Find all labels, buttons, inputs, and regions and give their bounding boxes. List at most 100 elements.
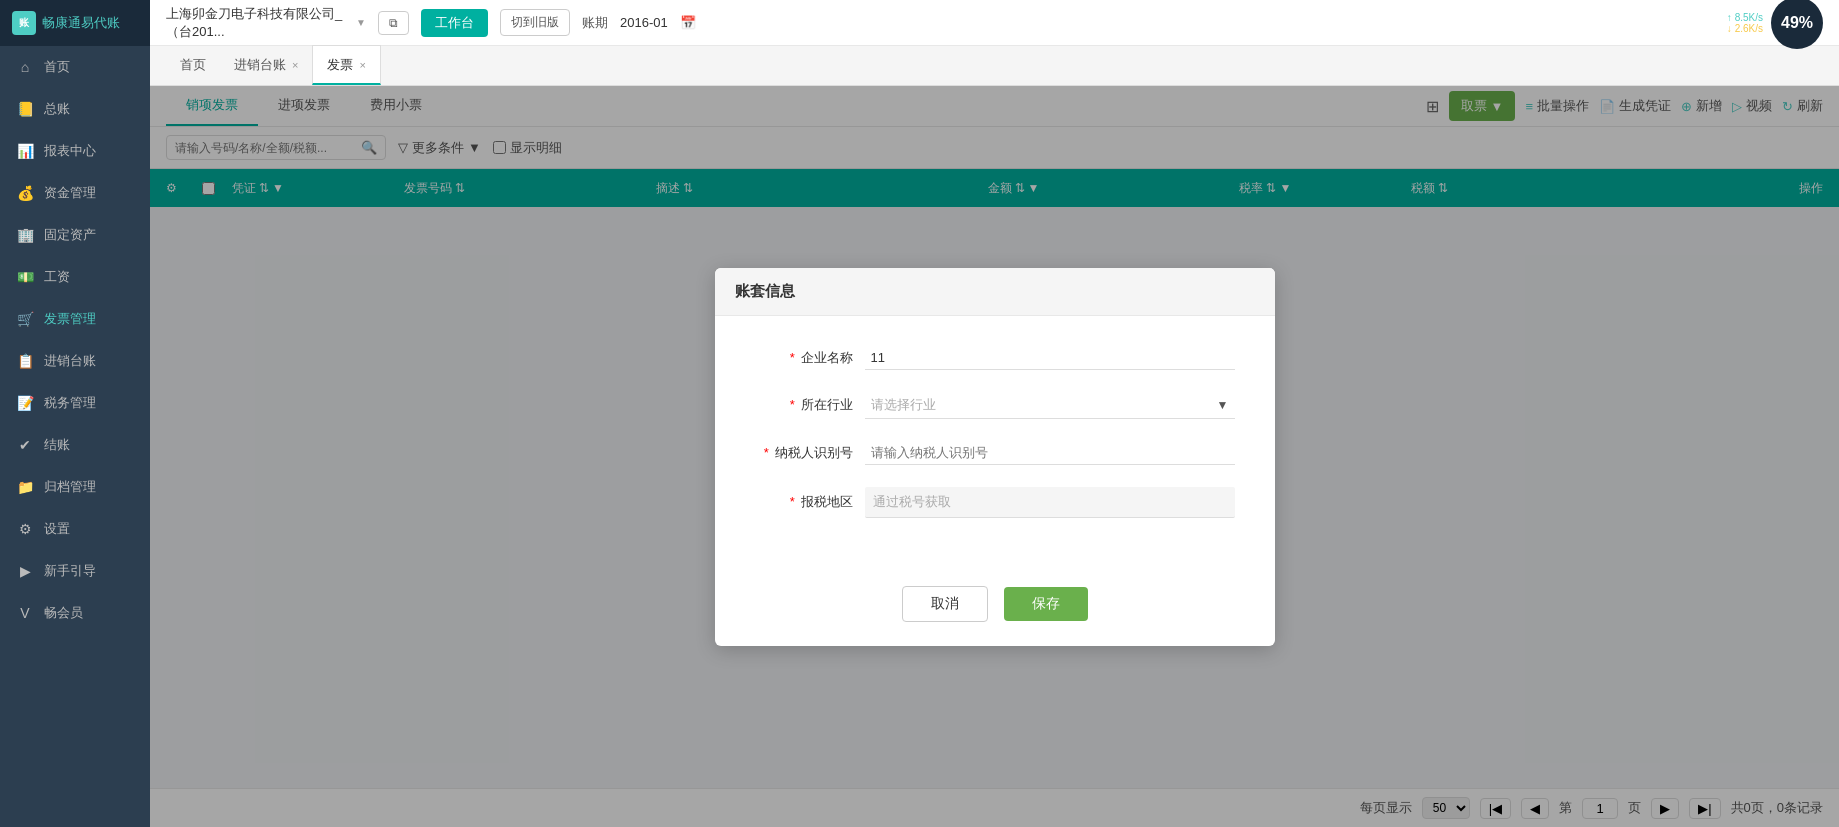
copy-button[interactable]: ⧉ xyxy=(378,11,409,35)
archive-icon: 📁 xyxy=(16,478,34,496)
sidebar-item-home[interactable]: ⌂ 首页 xyxy=(0,46,150,88)
sidebar-label-guide: 新手引导 xyxy=(44,562,96,580)
tab-invoice[interactable]: 发票 × xyxy=(312,45,380,85)
workspace-label: 工作台 xyxy=(435,15,474,30)
sidebar-label-settle: 结账 xyxy=(44,436,70,454)
modal-dialog: 账套信息 * 企业名称 * 所在行 xyxy=(715,268,1275,646)
logo-icon: 账 xyxy=(12,11,36,35)
sidebar-item-archive[interactable]: 📁 归档管理 xyxy=(0,466,150,508)
modal-body: * 企业名称 * 所在行业 请选择行业 ▼ xyxy=(715,316,1275,570)
speed-down: ↓ 2.6K/s xyxy=(1727,23,1763,34)
tax-id-input[interactable] xyxy=(865,441,1235,465)
form-row-industry: * 所在行业 请选择行业 ▼ xyxy=(755,392,1235,419)
cancel-button[interactable]: 取消 xyxy=(902,586,988,622)
form-row-tax-id: * 纳税人识别号 xyxy=(755,441,1235,465)
calendar-icon[interactable]: 📅 xyxy=(680,15,696,30)
sidebar-item-ledger[interactable]: 📒 总账 xyxy=(0,88,150,130)
sidebar-item-settings[interactable]: ⚙ 设置 xyxy=(0,508,150,550)
tax-region-readonly: 通过税号获取 xyxy=(865,487,1235,518)
period-value: 2016-01 xyxy=(620,15,668,30)
salary-icon: 💵 xyxy=(16,268,34,286)
sidebar-label-capital: 资金管理 xyxy=(44,184,96,202)
company-chevron-icon: ▼ xyxy=(356,17,366,28)
sidebar-label-settings: 设置 xyxy=(44,520,70,538)
save-button[interactable]: 保存 xyxy=(1004,587,1088,621)
fixed-assets-icon: 🏢 xyxy=(16,226,34,244)
cancel-label: 取消 xyxy=(931,595,959,611)
sidebar-item-settle[interactable]: ✔ 结账 xyxy=(0,424,150,466)
tab-purchase-sales-label: 进销台账 xyxy=(234,56,286,74)
tax-region-label: * 报税地区 xyxy=(755,493,865,511)
sidebar-item-fixed-assets[interactable]: 🏢 固定资产 xyxy=(0,214,150,256)
ledger-icon: 📒 xyxy=(16,100,34,118)
speed-up: ↑ 8.5K/s xyxy=(1727,12,1763,23)
sidebar-label-ledger: 总账 xyxy=(44,100,70,118)
company-name: 上海卯金刀电子科技有限公司_（台201... xyxy=(166,5,352,41)
sidebar-item-purchase-sales[interactable]: 📋 进销台账 xyxy=(0,340,150,382)
sidebar-label-invoice: 发票管理 xyxy=(44,310,96,328)
industry-label: * 所在行业 xyxy=(755,396,865,414)
modal-header: 账套信息 xyxy=(715,268,1275,316)
logo-text: 畅康通易代账 xyxy=(42,14,120,32)
member-icon: V xyxy=(16,604,34,622)
modal-overlay: 账套信息 * 企业名称 * 所在行 xyxy=(150,86,1839,827)
switch-old-label: 切到旧版 xyxy=(511,15,559,29)
sidebar-item-salary[interactable]: 💵 工资 xyxy=(0,256,150,298)
sidebar-label-archive: 归档管理 xyxy=(44,478,96,496)
tax-icon: 📝 xyxy=(16,394,34,412)
home-icon: ⌂ xyxy=(16,58,34,76)
network-percent: 49% xyxy=(1781,14,1813,32)
main-area: 上海卯金刀电子科技有限公司_（台201... ▼ ⧉ 工作台 切到旧版 账期 2… xyxy=(150,0,1839,827)
tab-home[interactable]: 首页 xyxy=(166,46,220,86)
modal-footer: 取消 保存 xyxy=(715,570,1275,646)
sidebar-label-purchase-sales: 进销台账 xyxy=(44,352,96,370)
tab-purchase-sales[interactable]: 进销台账 × xyxy=(220,46,312,86)
save-label: 保存 xyxy=(1032,595,1060,611)
modal-title: 账套信息 xyxy=(735,282,795,299)
sidebar-label-salary: 工资 xyxy=(44,268,70,286)
tab-invoice-label: 发票 xyxy=(327,56,353,74)
company-name-label: * 企业名称 xyxy=(755,349,865,367)
company-selector[interactable]: 上海卯金刀电子科技有限公司_（台201... ▼ xyxy=(166,5,366,41)
topbar: 上海卯金刀电子科技有限公司_（台201... ▼ ⧉ 工作台 切到旧版 账期 2… xyxy=(150,0,1839,46)
form-row-company-name: * 企业名称 xyxy=(755,346,1235,370)
form-row-tax-region: * 报税地区 通过税号获取 xyxy=(755,487,1235,518)
industry-placeholder: 请选择行业 xyxy=(871,396,936,414)
required-star-4: * xyxy=(790,494,795,509)
network-indicator: 49% xyxy=(1771,0,1823,49)
switch-old-button[interactable]: 切到旧版 xyxy=(500,9,570,36)
network-speeds: ↑ 8.5K/s ↓ 2.6K/s xyxy=(1727,12,1763,34)
sidebar-item-member[interactable]: V 畅会员 xyxy=(0,592,150,634)
reports-icon: 📊 xyxy=(16,142,34,160)
sidebar-label-reports: 报表中心 xyxy=(44,142,96,160)
sidebar-label-tax: 税务管理 xyxy=(44,394,96,412)
sidebar-item-reports[interactable]: 📊 报表中心 xyxy=(0,130,150,172)
industry-select[interactable]: 请选择行业 ▼ xyxy=(865,392,1235,419)
sidebar: 账 畅康通易代账 ⌂ 首页 📒 总账 📊 报表中心 💰 资金管理 🏢 固定资产 … xyxy=(0,0,150,827)
sidebar-logo: 账 畅康通易代账 xyxy=(0,0,150,46)
tab-invoice-close-icon[interactable]: × xyxy=(359,59,365,71)
sidebar-item-invoice[interactable]: 🛒 发票管理 xyxy=(0,298,150,340)
copy-icon: ⧉ xyxy=(389,16,398,30)
workspace-button[interactable]: 工作台 xyxy=(421,9,488,37)
tabbar: 首页 进销台账 × 发票 × xyxy=(150,46,1839,86)
capital-icon: 💰 xyxy=(16,184,34,202)
settings-icon: ⚙ xyxy=(16,520,34,538)
sidebar-label-fixed-assets: 固定资产 xyxy=(44,226,96,244)
sidebar-label-home: 首页 xyxy=(44,58,70,76)
tab-purchase-sales-close-icon[interactable]: × xyxy=(292,59,298,71)
period-label: 账期 xyxy=(582,14,608,32)
company-name-input[interactable] xyxy=(865,346,1235,370)
sidebar-item-capital[interactable]: 💰 资金管理 xyxy=(0,172,150,214)
sidebar-item-guide[interactable]: ▶ 新手引导 xyxy=(0,550,150,592)
tab-home-label: 首页 xyxy=(180,56,206,74)
sidebar-label-member: 畅会员 xyxy=(44,604,83,622)
guide-icon: ▶ xyxy=(16,562,34,580)
topbar-right: ↑ 8.5K/s ↓ 2.6K/s 49% xyxy=(1727,0,1823,49)
required-star-2: * xyxy=(790,397,795,412)
invoice-icon: 🛒 xyxy=(16,310,34,328)
required-star-3: * xyxy=(764,445,769,460)
content-area: 销项发票 进项发票 费用小票 ⊞ 取票 ▼ ≡ 批量操作 xyxy=(150,86,1839,827)
sidebar-item-tax[interactable]: 📝 税务管理 xyxy=(0,382,150,424)
settle-icon: ✔ xyxy=(16,436,34,454)
